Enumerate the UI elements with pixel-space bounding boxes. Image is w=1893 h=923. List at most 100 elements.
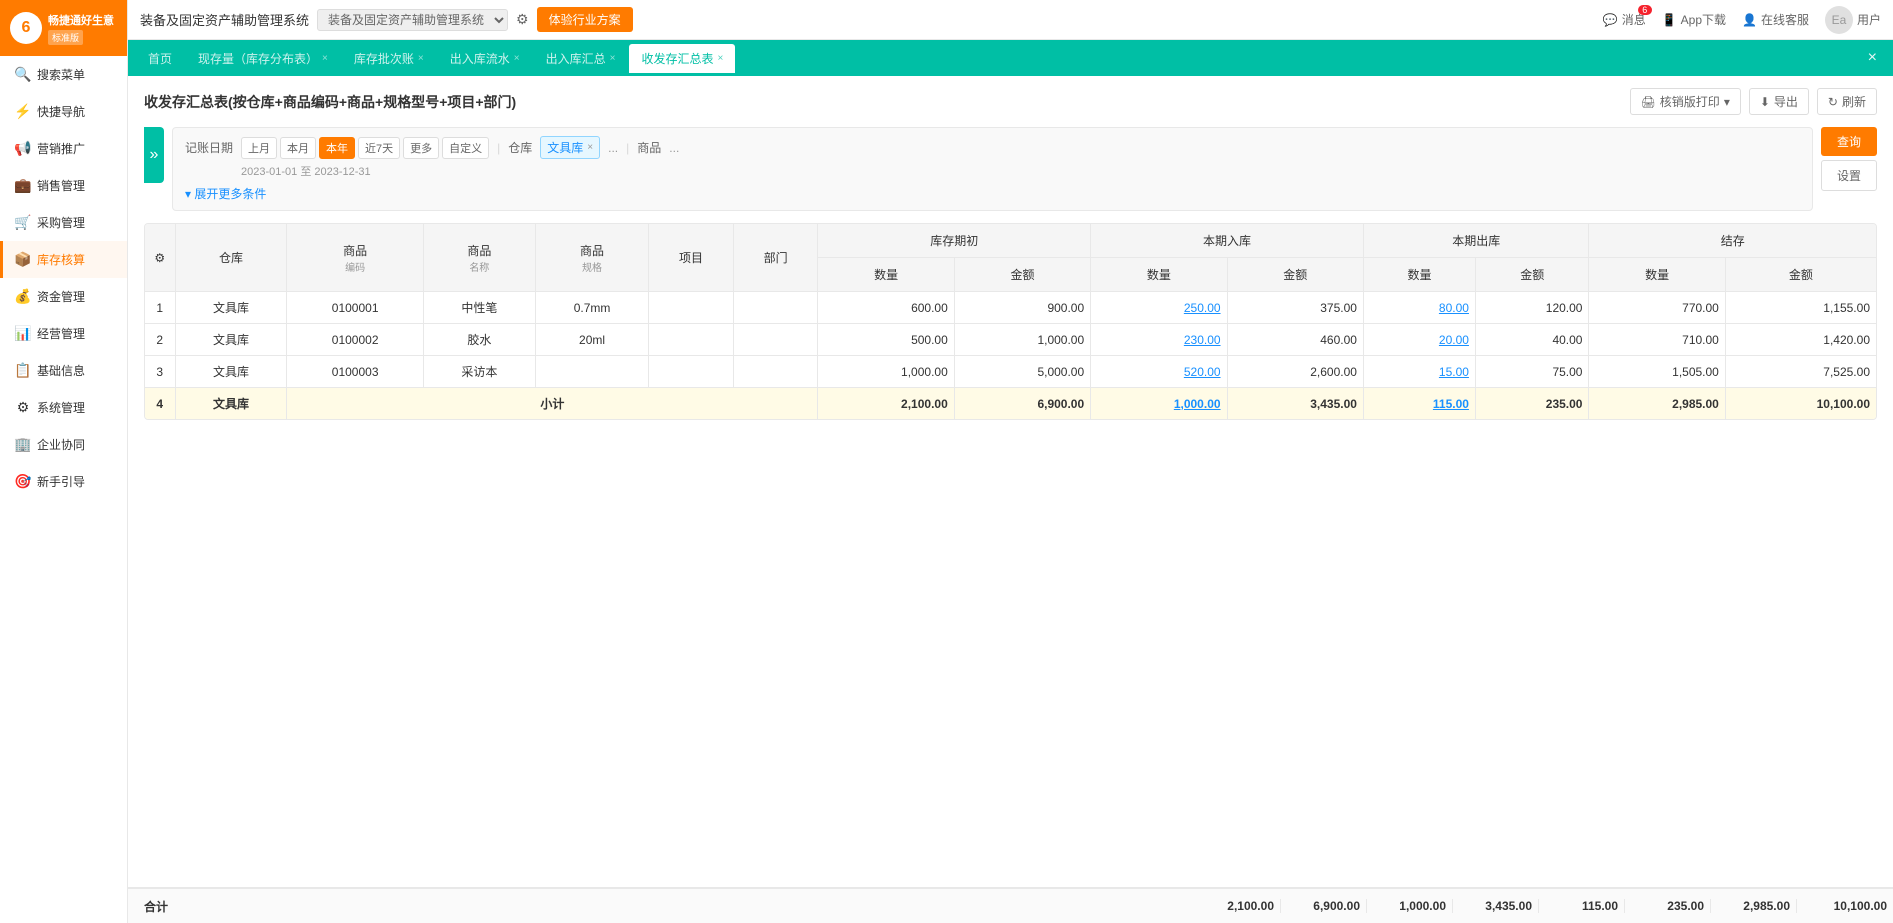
footer-out-amt: 235.00 (1631, 899, 1711, 913)
table-row: 2 文具库 0100002 胶水 20ml 500.00 1,000.00 23… (145, 324, 1876, 356)
subtotal-no: 4 (145, 388, 175, 420)
sidebar-item-operation[interactable]: 📊经营管理 (0, 315, 127, 352)
sidebar-item-finance[interactable]: 💰资金管理 (0, 278, 127, 315)
row-balance-amt: 1,155.00 (1725, 292, 1876, 324)
tab-inout-flow[interactable]: 出入库流水× (438, 44, 532, 73)
app-download-action[interactable]: 📱 App下载 (1662, 11, 1726, 28)
sidebar-logo[interactable]: 6 畅捷通好生意 标准版 (0, 0, 127, 56)
subtotal-out-amt: 235.00 (1475, 388, 1589, 420)
tab-receive-send[interactable]: 收发存汇总表× (629, 44, 735, 73)
sidebar-item-sales[interactable]: 💼销售管理 (0, 167, 127, 204)
sidebar-item-guide[interactable]: 🎯新手引导 (0, 463, 127, 500)
row-product-code: 0100002 (287, 324, 423, 356)
row-product-name: 中性笔 (423, 292, 535, 324)
user-action[interactable]: Ea 用户 (1825, 6, 1881, 34)
tab-bar: 首页现存量（库存分布表）×库存批次账×出入库流水×出入库汇总×收发存汇总表×× (128, 40, 1893, 76)
table-body: 1 文具库 0100001 中性笔 0.7mm 600.00 900.00 25… (145, 292, 1876, 420)
sidebar-label-quick-nav: 快捷导航 (37, 103, 85, 120)
sidebar-item-enterprise[interactable]: 🏢企业协同 (0, 426, 127, 463)
query-button[interactable]: 查询 (1821, 127, 1877, 156)
table-settings-button[interactable]: 设置 (1821, 160, 1877, 191)
message-action[interactable]: 💬 消息 6 (1603, 11, 1646, 28)
filter-actions: 查询 设置 (1813, 127, 1877, 191)
tab-batch[interactable]: 库存批次账× (342, 44, 436, 73)
date-btn-more[interactable]: 更多 (403, 137, 439, 159)
sidebar-item-system[interactable]: ⚙系统管理 (0, 389, 127, 426)
row-out-qty[interactable]: 15.00 (1363, 356, 1475, 388)
tab-close-inout-flow[interactable]: × (514, 53, 520, 64)
sidebar-label-basic: 基础信息 (37, 362, 85, 379)
date-btn-custom[interactable]: 自定义 (442, 137, 489, 159)
col-opening-header: 库存期初 (818, 224, 1091, 258)
row-no: 1 (145, 292, 175, 324)
header-left: 装备及固定资产辅助管理系统 装备及固定资产辅助管理系统 ⚙ 体验行业方案 (140, 7, 633, 32)
warehouse-more-btn[interactable]: ... (608, 141, 618, 155)
sidebar-item-inventory[interactable]: 📦库存核算 (0, 241, 127, 278)
logo-icon: 6 (10, 12, 42, 44)
online-service-action[interactable]: 👤 在线客服 (1742, 11, 1809, 28)
footer-opening-qty: 2,100.00 (1201, 899, 1281, 913)
logo-text: 畅捷通好生意 标准版 (48, 12, 114, 45)
settings-icon[interactable]: ⚙ (154, 251, 165, 265)
row-in-qty[interactable]: 230.00 (1091, 324, 1227, 356)
warehouse-remove[interactable]: × (587, 142, 593, 153)
tab-close-stock-dist[interactable]: × (322, 53, 328, 64)
date-btn-last-month[interactable]: 上月 (241, 137, 277, 159)
print-icon: 🖨 (1641, 95, 1656, 109)
message-badge: 6 (1638, 5, 1652, 15)
row-product-code: 0100003 (287, 356, 423, 388)
tab-close-batch[interactable]: × (418, 53, 424, 64)
col-opening-qty: 数量 (818, 258, 954, 292)
date-btn-this-year[interactable]: 本年 (319, 137, 355, 159)
tab-inout-summary[interactable]: 出入库汇总× (534, 44, 628, 73)
row-opening-qty: 500.00 (818, 324, 954, 356)
table-row: 1 文具库 0100001 中性笔 0.7mm 600.00 900.00 25… (145, 292, 1876, 324)
tab-home[interactable]: 首页 (136, 44, 184, 73)
table-row: 3 文具库 0100003 采访本 1,000.00 5,000.00 520.… (145, 356, 1876, 388)
expand-more-btn[interactable]: ▾ 展开更多条件 (185, 185, 266, 202)
tab-stock-dist[interactable]: 现存量（库存分布表）× (186, 44, 340, 73)
sidebar-item-marketing[interactable]: 📢营销推广 (0, 130, 127, 167)
sidebar-item-quick-nav[interactable]: ⚡快捷导航 (0, 93, 127, 130)
export-button[interactable]: ⬇ 导出 (1749, 88, 1809, 115)
sidebar-label-marketing: 营销推广 (37, 140, 85, 157)
trial-button[interactable]: 体验行业方案 (537, 7, 633, 32)
sidebar-item-search[interactable]: 🔍搜索菜单 (0, 56, 127, 93)
tab-close-receive-send[interactable]: × (717, 53, 723, 64)
footer-balance-amt: 10,100.00 (1803, 899, 1893, 913)
user-avatar: Ea (1825, 6, 1853, 34)
sidebar-item-basic[interactable]: 📋基础信息 (0, 352, 127, 389)
sidebar-icon-sales: 💼 (15, 178, 31, 194)
tabbar-close[interactable]: × (1860, 49, 1885, 67)
sidebar-label-enterprise: 企业协同 (37, 436, 85, 453)
footer-opening-amt: 6,900.00 (1287, 899, 1367, 913)
date-btn-this-month[interactable]: 本月 (280, 137, 316, 159)
subtotal-out-qty[interactable]: 115.00 (1363, 388, 1475, 420)
sidebar-item-purchase[interactable]: 🛒采购管理 (0, 204, 127, 241)
col-in-amt: 金额 (1227, 258, 1363, 292)
col-in-header: 本期入库 (1091, 224, 1364, 258)
tab-close-inout-summary[interactable]: × (610, 53, 616, 64)
col-in-qty: 数量 (1091, 258, 1227, 292)
print-button[interactable]: 🖨 核销版打印 ▾ (1630, 88, 1741, 115)
system-select[interactable]: 装备及固定资产辅助管理系统 (317, 9, 508, 31)
row-out-qty[interactable]: 20.00 (1363, 324, 1475, 356)
date-btn-7days[interactable]: 近7天 (358, 137, 400, 159)
subtotal-in-qty[interactable]: 1,000.00 (1091, 388, 1227, 420)
refresh-button[interactable]: ↻ 刷新 (1817, 88, 1877, 115)
row-product-spec (535, 356, 648, 388)
gear-button[interactable]: ⚙ (516, 11, 529, 28)
product-more-btn[interactable]: ... (669, 141, 679, 155)
bottom-footer: 合计 2,100.00 6,900.00 1,000.00 3,435.00 1… (128, 887, 1893, 923)
filter-toggle[interactable]: » (144, 127, 164, 183)
col-department-header: 部门 (733, 224, 818, 292)
row-balance-qty: 770.00 (1589, 292, 1725, 324)
col-out-amt: 金额 (1475, 258, 1589, 292)
row-in-amt: 375.00 (1227, 292, 1363, 324)
row-out-qty[interactable]: 80.00 (1363, 292, 1475, 324)
row-in-qty[interactable]: 520.00 (1091, 356, 1227, 388)
subtotal-warehouse: 文具库 (175, 388, 287, 420)
row-no: 2 (145, 324, 175, 356)
row-in-qty[interactable]: 250.00 (1091, 292, 1227, 324)
row-in-amt: 460.00 (1227, 324, 1363, 356)
